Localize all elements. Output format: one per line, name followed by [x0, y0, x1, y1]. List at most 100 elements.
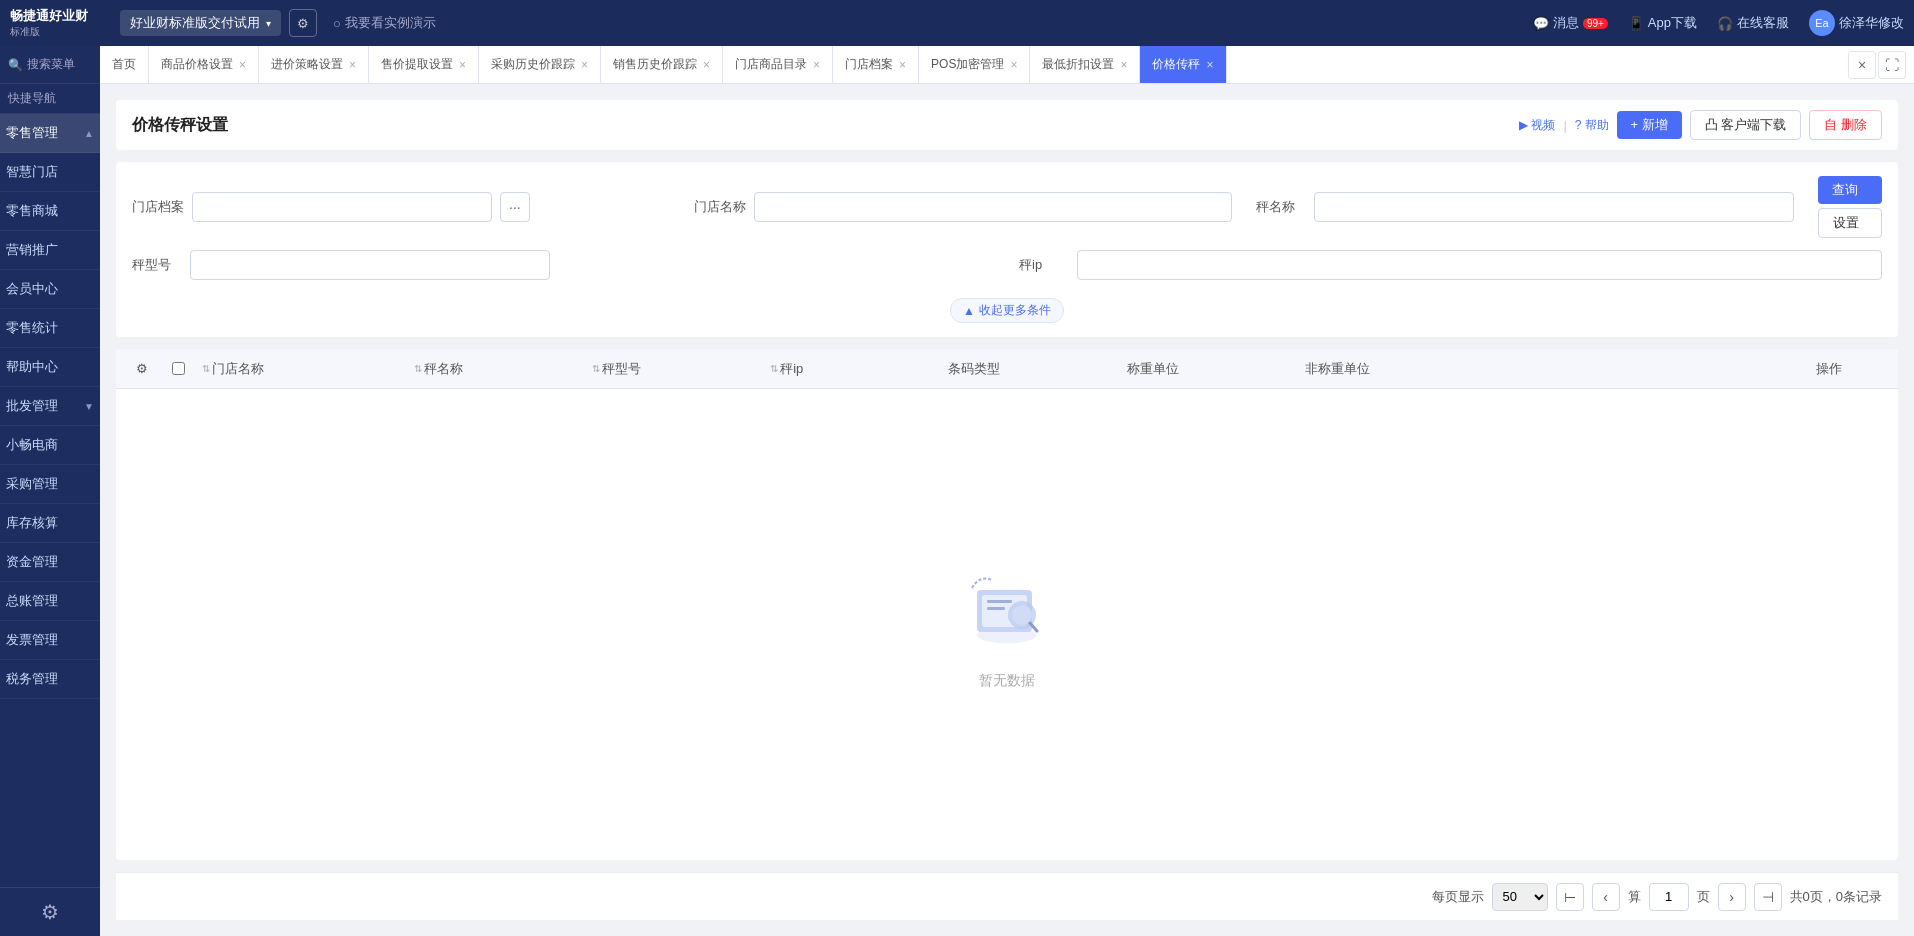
th-gear[interactable]: ⚙: [124, 361, 160, 376]
tab-close-icon[interactable]: ×: [703, 58, 710, 72]
app-logo: 畅捷通好业财 标准版: [10, 7, 110, 39]
version-selector[interactable]: 好业财标准版交付试用 ▾: [120, 10, 281, 36]
first-page-button[interactable]: ⊢: [1556, 883, 1584, 911]
app-download-button[interactable]: 📱 App下载: [1628, 14, 1697, 32]
demo-link[interactable]: ○ 我要看实例演示: [333, 14, 436, 32]
tab-store-file[interactable]: 门店档案 ×: [833, 46, 919, 84]
last-page-button[interactable]: ⊣: [1754, 883, 1782, 911]
page-header: 价格传秤设置 ▶ 视频 | ? 帮助 + 新增: [116, 100, 1898, 150]
sidebar-item-invoice[interactable]: 发票管理: [0, 621, 100, 660]
tab-sale-extract[interactable]: 售价提取设置 ×: [369, 46, 479, 84]
tab-purchase-history[interactable]: 采购历史价跟踪 ×: [479, 46, 601, 84]
sidebar-item-tax[interactable]: 税务管理: [0, 660, 100, 699]
th-checkbox[interactable]: [160, 362, 196, 375]
sidebar-item-stats[interactable]: 零售统计: [0, 309, 100, 348]
filter-store-file-dots-button[interactable]: ···: [500, 192, 530, 222]
sidebar-quick-nav[interactable]: 快捷导航: [0, 84, 100, 114]
select-all-checkbox[interactable]: [172, 362, 185, 375]
tab-label: POS加密管理: [931, 56, 1004, 73]
tab-pos-manage[interactable]: POS加密管理 ×: [919, 46, 1030, 84]
collapse-button[interactable]: ▲ 收起更多条件: [950, 298, 1064, 323]
table-body: 暂无数据: [116, 389, 1898, 860]
sidebar-search[interactable]: 🔍 搜索菜单: [0, 46, 100, 84]
delete-button[interactable]: 自 删除: [1809, 110, 1882, 140]
tab-close-icon[interactable]: ×: [239, 58, 246, 72]
tab-close-icon[interactable]: ×: [899, 58, 906, 72]
settings-button[interactable]: 设置: [1818, 208, 1882, 238]
online-service-button[interactable]: 🎧 在线客服: [1717, 14, 1789, 32]
logo-main-text: 畅捷通好业财: [10, 7, 110, 25]
tab-close-icon[interactable]: ×: [1010, 58, 1017, 72]
message-label: 消息: [1553, 14, 1579, 32]
tab-price-setting[interactable]: 商品价格设置 ×: [149, 46, 259, 84]
tab-home[interactable]: 首页: [100, 46, 149, 84]
tab-close-icon[interactable]: ×: [813, 58, 820, 72]
message-button[interactable]: 💬 消息 99+: [1533, 14, 1608, 32]
sidebar-item-ledger[interactable]: 总账管理: [0, 582, 100, 621]
settings-gear-button[interactable]: ⚙: [289, 9, 317, 37]
sidebar-item-label: 资金管理: [6, 553, 58, 571]
demo-icon: ○: [333, 16, 341, 31]
filter-store-file-label: 门店档案: [132, 198, 184, 216]
prev-page-button[interactable]: ‹: [1592, 883, 1620, 911]
demo-text: 我要看实例演示: [345, 14, 436, 32]
sidebar-item-label: 发票管理: [6, 631, 58, 649]
help-link[interactable]: ? 帮助: [1575, 117, 1609, 134]
tab-price-transmit[interactable]: 价格传秤 ×: [1140, 46, 1226, 84]
user-name: 徐泽华修改: [1839, 14, 1904, 32]
filter-scale-model-input[interactable]: [190, 250, 550, 280]
table-header: ⚙ ⇅ 门店名称 ⇅ 秤名称 ⇅: [116, 349, 1898, 389]
sidebar-item-retail[interactable]: 零售管理 ▲: [0, 114, 100, 153]
sidebar-item-help[interactable]: 帮助中心: [0, 348, 100, 387]
sort-icon[interactable]: ⇅: [414, 363, 422, 374]
tab-close-icon[interactable]: ×: [349, 58, 356, 72]
tab-sale-history[interactable]: 销售历史价跟踪 ×: [601, 46, 723, 84]
phone-icon: 📱: [1628, 16, 1644, 31]
total-text: 共0页，0条记录: [1790, 888, 1882, 906]
next-page-button[interactable]: ›: [1718, 883, 1746, 911]
tab-maximize-button[interactable]: ⛶: [1878, 51, 1906, 79]
filter-scale-name-input[interactable]: [1314, 192, 1794, 222]
add-button[interactable]: + 新增: [1617, 111, 1682, 139]
tab-close-button[interactable]: ×: [1848, 51, 1876, 79]
tab-close-icon[interactable]: ×: [459, 58, 466, 72]
th-scale-model: ⇅ 秤型号: [586, 360, 764, 378]
tab-label: 商品价格设置: [161, 56, 233, 73]
sidebar-item-member[interactable]: 会员中心: [0, 270, 100, 309]
sidebar-item-label: 采购管理: [6, 475, 58, 493]
tab-close-icon[interactable]: ×: [1206, 58, 1213, 72]
sidebar-item-wisdom[interactable]: 智慧门店: [0, 153, 100, 192]
tab-close-icon[interactable]: ×: [581, 58, 588, 72]
sidebar-item-inventory[interactable]: 库存核算: [0, 504, 100, 543]
tab-close-icon[interactable]: ×: [1120, 58, 1127, 72]
svg-rect-6: [987, 600, 1012, 603]
sidebar-item-ecommerce[interactable]: 小畅电商: [0, 426, 100, 465]
video-icon: ▶: [1519, 118, 1528, 132]
tab-purchase-strategy[interactable]: 进价策略设置 ×: [259, 46, 369, 84]
th-scale-name: ⇅ 秤名称: [408, 360, 586, 378]
filter-store-file-input[interactable]: [192, 192, 492, 222]
sort-icon[interactable]: ⇅: [770, 363, 778, 374]
sidebar-item-label: 库存核算: [6, 514, 58, 532]
sidebar-settings-button[interactable]: ⚙: [0, 887, 100, 936]
sidebar-item-label: 帮助中心: [6, 358, 58, 376]
sort-icon[interactable]: ⇅: [592, 363, 600, 374]
tab-controls: × ⛶: [1848, 51, 1914, 79]
download-button[interactable]: 凸 客户端下载: [1690, 110, 1802, 140]
per-page-select[interactable]: 50 20 100: [1492, 883, 1548, 911]
collapse-label: 收起更多条件: [979, 302, 1051, 319]
filter-store-name-input[interactable]: [754, 192, 1232, 222]
user-profile-button[interactable]: Ea 徐泽华修改: [1809, 10, 1904, 36]
page-input[interactable]: [1649, 883, 1689, 911]
tab-store-catalog[interactable]: 门店商品目录 ×: [723, 46, 833, 84]
filter-scale-ip-input[interactable]: [1077, 250, 1882, 280]
sidebar-item-marketing[interactable]: 营销推广: [0, 231, 100, 270]
sort-icon[interactable]: ⇅: [202, 363, 210, 374]
sidebar-item-funds[interactable]: 资金管理: [0, 543, 100, 582]
video-link[interactable]: ▶ 视频: [1519, 117, 1555, 134]
sidebar-item-wholesale[interactable]: 批发管理 ▼: [0, 387, 100, 426]
sidebar-item-purchase[interactable]: 采购管理: [0, 465, 100, 504]
query-button[interactable]: 查询: [1818, 176, 1882, 204]
tab-min-discount[interactable]: 最低折扣设置 ×: [1030, 46, 1140, 84]
sidebar-item-online[interactable]: 零售商城: [0, 192, 100, 231]
